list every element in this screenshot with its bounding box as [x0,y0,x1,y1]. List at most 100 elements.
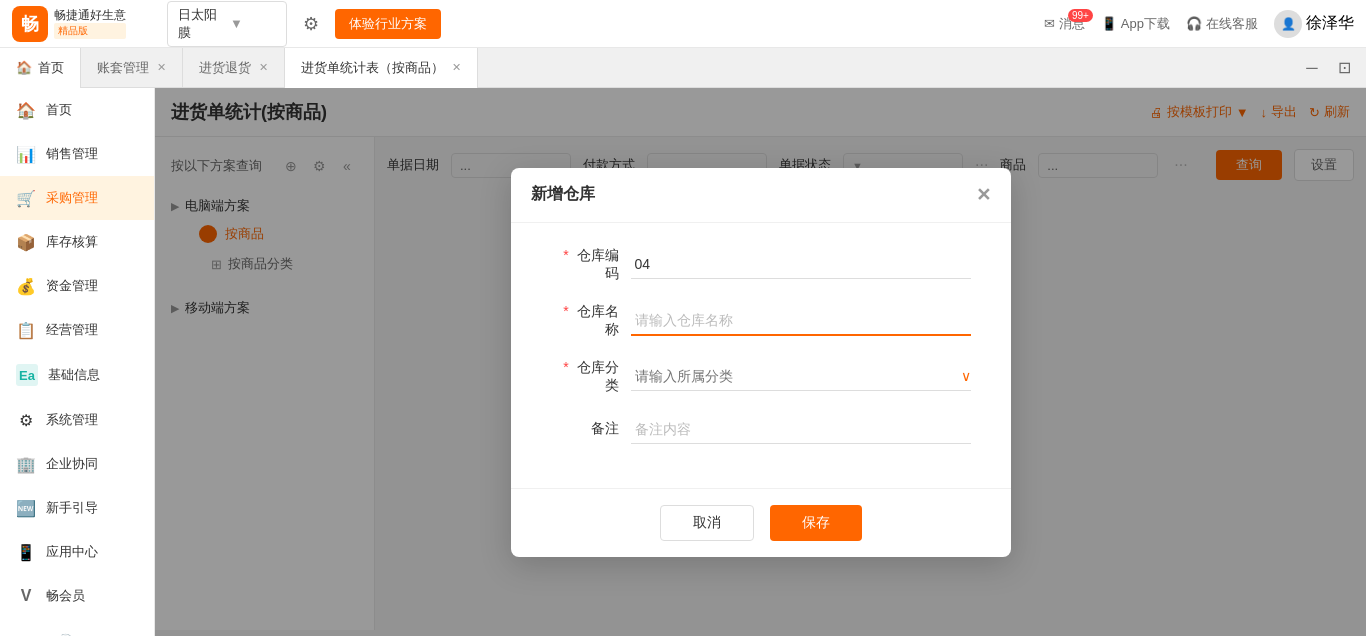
main-layout: 🏠 首页 📊 销售管理 🛒 采购管理 📦 库存核算 💰 资金管理 📋 经营管理 … [0,88,1366,636]
sidebar-settings-icon[interactable]: ⚙ [8,626,40,636]
inventory-icon: 📦 [16,232,36,252]
code-form-row: * 仓库编码 [551,247,971,283]
purchase-icon: 🛒 [16,188,36,208]
logo-icon: 畅 [12,6,48,42]
sidebar-item-apps[interactable]: 📱 应用中心 [0,530,154,574]
message-badge: 99+ [1068,9,1093,22]
header-settings-icon[interactable]: ⚙ [295,8,327,40]
name-form-row: * 仓库名称 [551,303,971,339]
save-button[interactable]: 保存 [770,505,862,541]
category-label: * 仓库分类 [551,359,631,395]
app-download-label: App下载 [1121,15,1170,33]
category-required-star: * [563,359,568,375]
sidebar-item-inventory[interactable]: 📦 库存核算 [0,220,154,264]
tab-home[interactable]: 🏠 首页 [0,48,81,88]
user-avatar-area[interactable]: 👤 徐泽华 [1274,10,1354,38]
avatar: 👤 [1274,10,1302,38]
tab-purchase-stats-close-icon[interactable]: ✕ [452,61,461,74]
sidebar-item-operation[interactable]: 📋 经营管理 [0,308,154,352]
sidebar-item-enterprise[interactable]: 🏢 企业协同 [0,442,154,486]
tab-purchase-return[interactable]: 进货退货 ✕ [183,48,285,88]
logo-badge: 精品版 [54,23,126,39]
sidebar-inventory-label: 库存核算 [46,233,98,251]
home-tab-icon: 🏠 [16,60,32,75]
category-selector[interactable]: ∨ [631,362,971,391]
category-form-row: * 仓库分类 ∨ [551,359,971,395]
sidebar-operation-label: 经营管理 [46,321,98,339]
sidebar-enterprise-label: 企业协同 [46,455,98,473]
name-input[interactable] [631,306,971,336]
trial-button[interactable]: 体验行业方案 [335,9,441,39]
tab-bar: 🏠 首页 账套管理 ✕ 进货退货 ✕ 进货单统计表（按商品） ✕ ─ ⊡ [0,48,1366,88]
sidebar-finance-label: 资金管理 [46,277,98,295]
online-service-button[interactable]: 🎧 在线客服 [1186,15,1258,33]
sidebar-item-guide[interactable]: 🆕 新手引导 [0,486,154,530]
header-right: ✉ 消息 99+ 📱 App下载 🎧 在线客服 👤 徐泽华 [1044,10,1354,38]
category-input[interactable] [631,362,961,390]
sidebar-item-finance[interactable]: 💰 资金管理 [0,264,154,308]
logo-area: 畅 畅捷通好生意 精品版 [12,6,167,42]
tab-actions: ─ ⊡ [1298,54,1366,82]
remark-form-row: 备注 [551,415,971,444]
dialog-title: 新增仓库 [531,184,595,205]
store-arrow-icon: ▼ [230,16,276,31]
messages-button[interactable]: ✉ 消息 99+ [1044,15,1085,33]
header-center: 日太阳膜 ▼ ⚙ 体验行业方案 [167,1,1044,47]
guide-icon: 🆕 [16,498,36,518]
tab-maximize-icon[interactable]: ⊡ [1330,54,1358,82]
tab-purchase-stats[interactable]: 进货单统计表（按商品） ✕ [285,48,478,88]
home-icon: 🏠 [16,100,36,120]
sidebar-guide-label: 新手引导 [46,499,98,517]
dialog-body: * 仓库编码 * 仓库名称 [511,223,1011,488]
content-area: 进货单统计(按商品) 🖨 按模板打印 ▼ ↓ 导出 ↻ 刷新 [155,88,1366,636]
sidebar: 🏠 首页 📊 销售管理 🛒 采购管理 📦 库存核算 💰 资金管理 📋 经营管理 … [0,88,155,636]
sidebar-basic-label: 基础信息 [48,366,100,384]
dialog-overlay: 新增仓库 ✕ * 仓库编码 * [155,88,1366,636]
tab-home-label: 首页 [38,59,64,77]
tab-minimize-icon[interactable]: ─ [1298,54,1326,82]
app-download-button[interactable]: 📱 App下载 [1101,15,1170,33]
user-name: 徐泽华 [1306,13,1354,34]
operation-icon: 📋 [16,320,36,340]
sidebar-sales-label: 销售管理 [46,145,98,163]
dialog-footer: 取消 保存 [511,488,1011,557]
code-required-star: * [563,247,568,263]
enterprise-icon: 🏢 [16,454,36,474]
sidebar-item-basic[interactable]: Ea 基础信息 [0,352,154,398]
message-icon: ✉ [1044,16,1055,31]
sidebar-vip-label: 畅会员 [46,587,85,605]
sidebar-item-vip[interactable]: V 畅会员 [0,574,154,618]
tab-accounts[interactable]: 账套管理 ✕ [81,48,183,88]
name-required-star: * [563,303,568,319]
tab-purchase-stats-label: 进货单统计表（按商品） [301,59,444,77]
sidebar-home-label: 首页 [46,101,72,119]
cancel-button[interactable]: 取消 [660,505,754,541]
sidebar-system-label: 系统管理 [46,411,98,429]
remark-label: 备注 [551,420,631,438]
sidebar-purchase-label: 采购管理 [46,189,98,207]
store-name: 日太阳膜 [178,6,224,42]
dialog-header: 新增仓库 ✕ [511,168,1011,223]
code-input[interactable] [631,250,971,279]
dialog-close-icon[interactable]: ✕ [976,184,991,206]
basic-icon: Ea [16,364,38,386]
sidebar-apps-label: 应用中心 [46,543,98,561]
tab-purchase-return-label: 进货退货 [199,59,251,77]
sidebar-item-purchase[interactable]: 🛒 采购管理 [0,176,154,220]
sidebar-bottom: ⚙ 🔊 [0,618,154,636]
sidebar-item-system[interactable]: ⚙ 系统管理 [0,398,154,442]
sidebar-item-home[interactable]: 🏠 首页 [0,88,154,132]
remark-input[interactable] [631,415,971,444]
new-warehouse-dialog: 新增仓库 ✕ * 仓库编码 * [511,168,1011,557]
sidebar-item-sales[interactable]: 📊 销售管理 [0,132,154,176]
tab-accounts-label: 账套管理 [97,59,149,77]
name-label: * 仓库名称 [551,303,631,339]
vip-icon: V [16,586,36,606]
tab-purchase-return-close-icon[interactable]: ✕ [259,61,268,74]
online-service-label: 在线客服 [1206,15,1258,33]
tab-accounts-close-icon[interactable]: ✕ [157,61,166,74]
apps-icon: 📱 [16,542,36,562]
sidebar-collapse-icon[interactable]: 🔊 [48,626,80,636]
store-selector[interactable]: 日太阳膜 ▼ [167,1,287,47]
code-label: * 仓库编码 [551,247,631,283]
